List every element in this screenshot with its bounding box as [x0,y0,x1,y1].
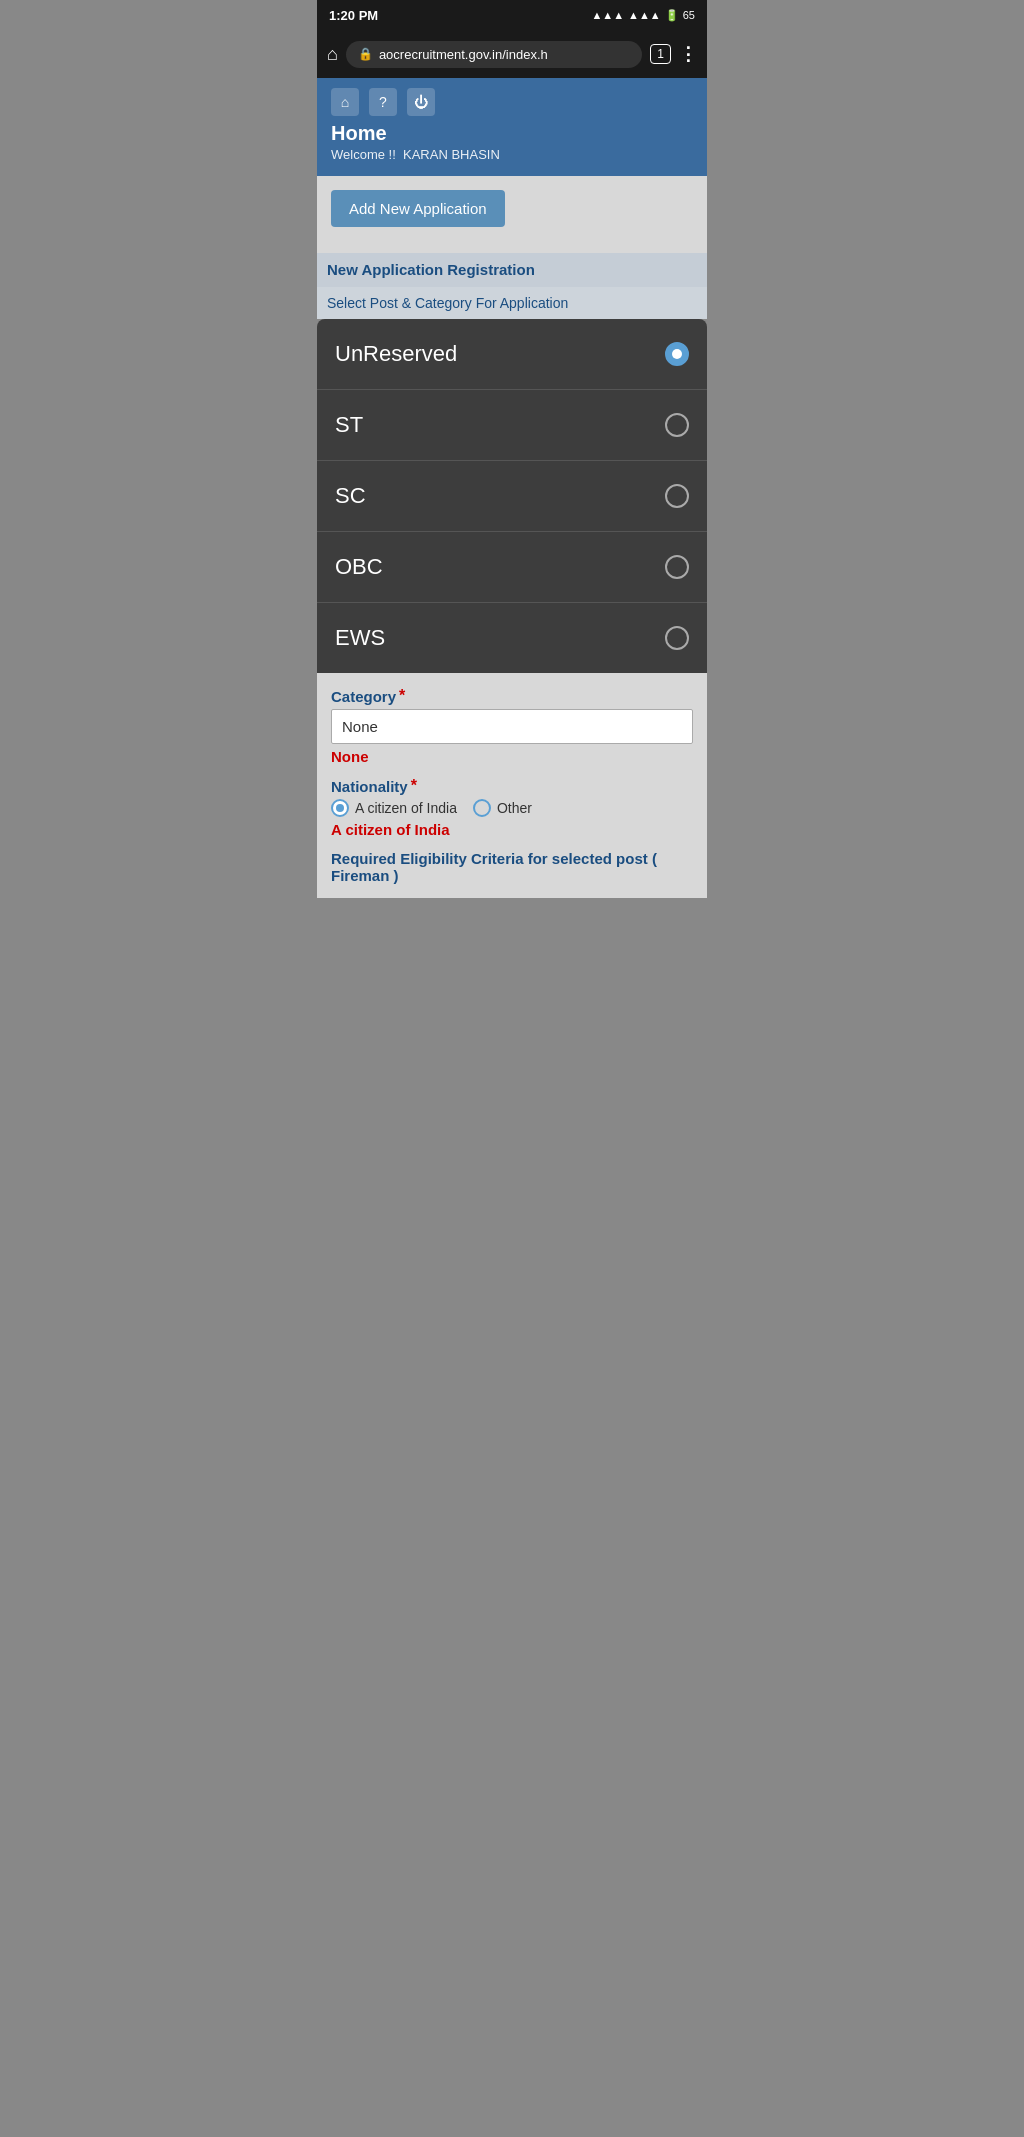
signal-icon-2: ▲▲▲ [628,9,661,21]
home-icon[interactable]: ⌂ [331,88,359,116]
help-icon[interactable]: ? [369,88,397,116]
radio-sc[interactable] [665,484,689,508]
welcome-text: Welcome !! KARAN BHASIN [331,147,693,162]
radio-obc[interactable] [665,555,689,579]
nationality-required-star: * [411,777,417,795]
power-icon[interactable]: ⏻ [407,88,435,116]
add-new-application-button[interactable]: Add New Application [331,190,505,227]
category-selected-value: None [331,748,693,765]
nationality-label: Nationality * [331,777,693,795]
category-label: Category * [331,687,693,705]
category-dropdown-overlay: UnReserved ST SC OBC EWS [317,319,707,673]
radio-other-btn[interactable] [473,799,491,817]
nationality-radio-group: A citizen of India Other [331,799,693,817]
nationality-selected-value: A citizen of India [331,821,693,838]
browser-bar: ⌂ 🔒 aocrecruitment.gov.in/index.h 1 ⋮ [317,30,707,78]
breadcrumb-sub: Select Post & Category For Application [317,287,707,319]
dropdown-item-ews[interactable]: EWS [317,603,707,673]
status-icons: ▲▲▲ ▲▲▲ 🔋 65 [591,9,695,22]
nationality-citizen-option[interactable]: A citizen of India [331,799,457,817]
eligibility-criteria-text: Required Eligibility Criteria for select… [331,850,693,884]
breadcrumb-bar: New Application Registration [317,253,707,287]
form-area: Category * None None Nationality * A cit… [317,673,707,898]
signal-icon-1: ▲▲▲ [591,9,624,21]
lock-icon: 🔒 [358,47,373,61]
browser-home-icon[interactable]: ⌂ [327,44,338,65]
status-bar: 1:20 PM ▲▲▲ ▲▲▲ 🔋 65 [317,0,707,30]
content-area: Add New Application [317,176,707,253]
radio-st[interactable] [665,413,689,437]
radio-ews[interactable] [665,626,689,650]
dropdown-item-unreserved[interactable]: UnReserved [317,319,707,390]
username: KARAN BHASIN [403,147,500,162]
nationality-other-label: Other [497,800,532,816]
dropdown-label-ews: EWS [335,625,385,651]
header-icons: ⌂ ? ⏻ [331,88,693,116]
battery-percent: 65 [683,9,695,21]
category-required-star: * [399,687,405,705]
battery-icon: 🔋 [665,9,679,22]
dropdown-item-sc[interactable]: SC [317,461,707,532]
status-time: 1:20 PM [329,8,378,23]
dropdown-item-st[interactable]: ST [317,390,707,461]
tab-badge[interactable]: 1 [650,44,671,64]
nationality-citizen-label: A citizen of India [355,800,457,816]
dropdown-label-obc: OBC [335,554,383,580]
radio-unreserved[interactable] [665,342,689,366]
category-select[interactable]: None [331,709,693,744]
browser-menu-icon[interactable]: ⋮ [679,43,697,65]
dropdown-label-sc: SC [335,483,366,509]
breadcrumb-title: New Application Registration [327,261,535,278]
nationality-other-option[interactable]: Other [473,799,532,817]
address-bar[interactable]: 🔒 aocrecruitment.gov.in/index.h [346,41,642,68]
dropdown-label-st: ST [335,412,363,438]
address-text: aocrecruitment.gov.in/index.h [379,47,548,62]
site-title: Home [331,122,693,145]
dropdown-label-unreserved: UnReserved [335,341,457,367]
radio-citizen-btn[interactable] [331,799,349,817]
site-header: ⌂ ? ⏻ Home Welcome !! KARAN BHASIN [317,78,707,176]
dropdown-item-obc[interactable]: OBC [317,532,707,603]
